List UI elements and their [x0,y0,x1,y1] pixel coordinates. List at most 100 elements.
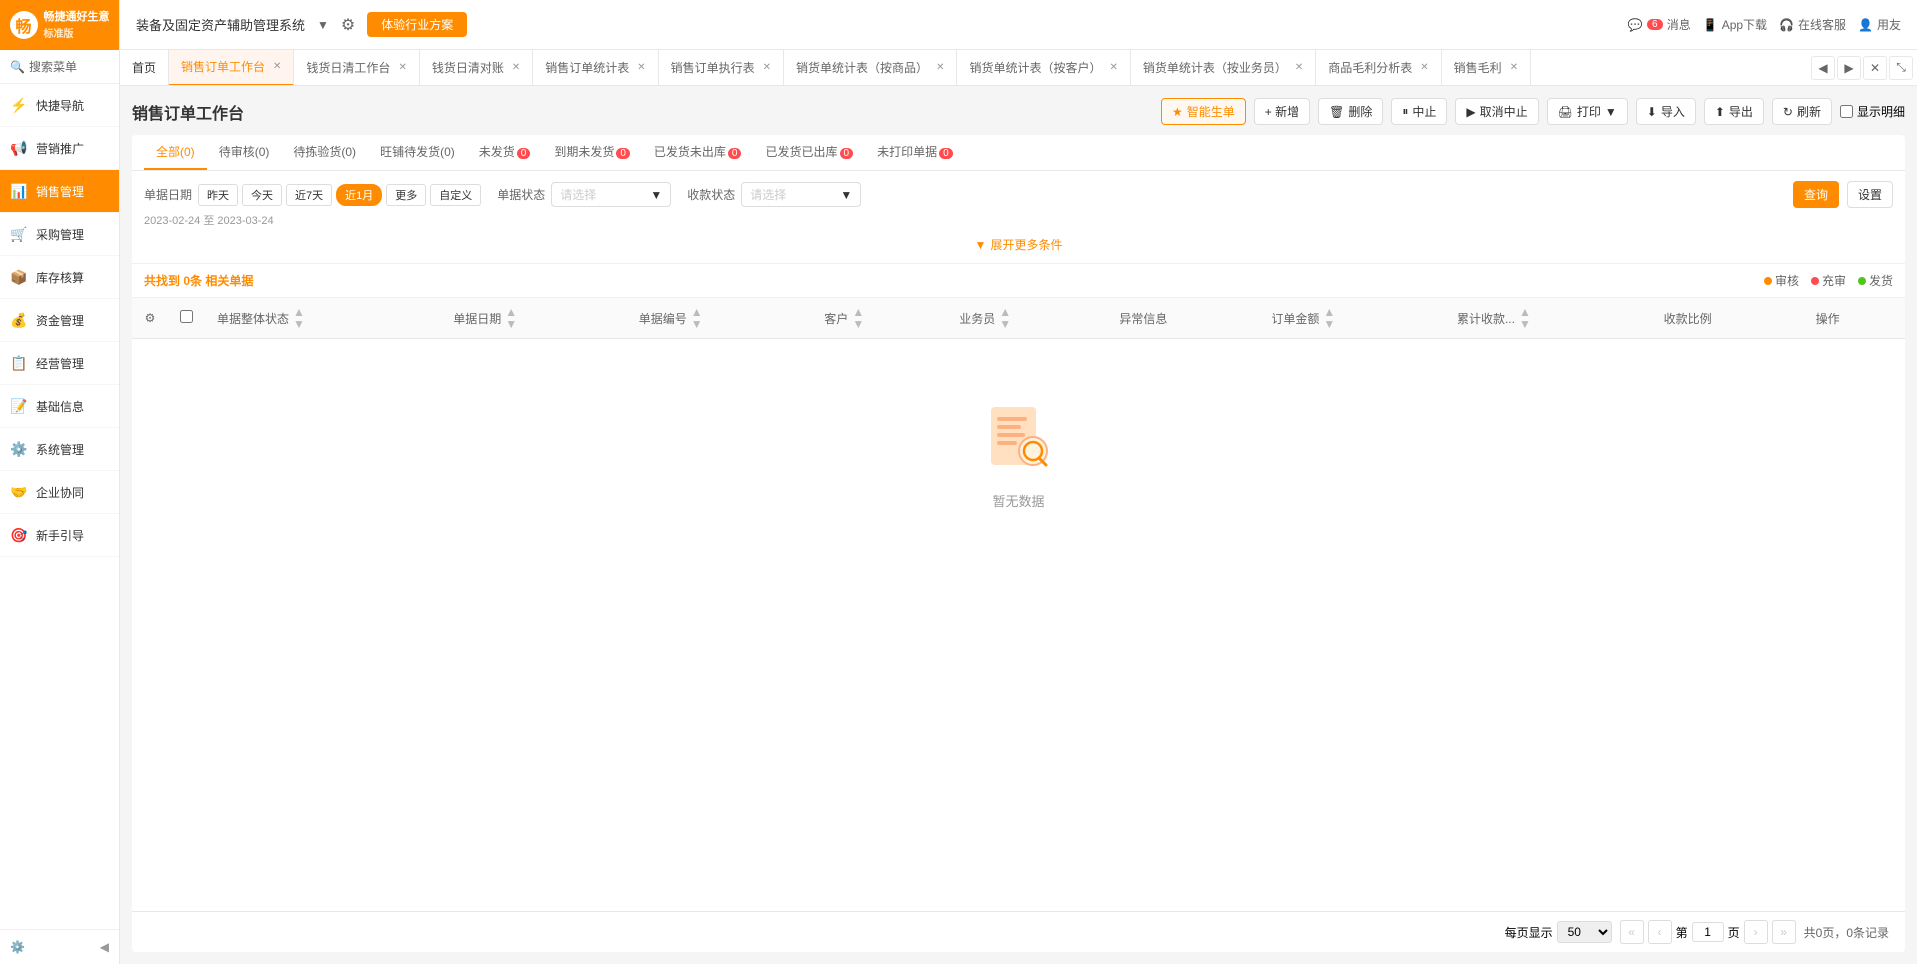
add-btn[interactable]: + 新增 [1254,98,1310,125]
filter-tab-pending-review[interactable]: 待审核(0) [207,135,282,170]
sidebar-item-sales[interactable]: 📊 销售管理 [0,170,119,213]
filter-tab-unprinted[interactable]: 未打印单据0 [865,135,965,170]
pause-btn[interactable]: ⏸ 中止 [1391,98,1447,125]
tab-close-sales-exec[interactable]: ✕ [763,62,771,73]
page-size-dropdown[interactable]: 10 20 50 100 [1557,921,1612,943]
filter-tab-wangpu[interactable]: 旺铺待发货(0) [368,135,467,170]
tab-close-cash-daily[interactable]: ✕ [398,62,406,73]
experience-btn[interactable]: 体验行业方案 [367,12,467,37]
settings-gear-icon[interactable]: ⚙ [341,15,355,35]
tab-sales-workbench[interactable]: 销售订单工作台 ✕ [169,50,294,86]
first-page-btn[interactable]: « [1620,920,1644,944]
prev-page-btn[interactable]: ‹ [1648,920,1672,944]
basic-icon: 📝 [10,397,28,415]
page-number-input[interactable] [1692,922,1724,942]
tab-close-product-margin[interactable]: ✕ [1420,62,1428,73]
status-select[interactable]: 请选择 ▼ [551,182,671,207]
tab-sales-summary-product[interactable]: 销货单统计表（按商品） ✕ [784,50,957,86]
sidebar-item-system[interactable]: ⚙️ 系统管理 [0,428,119,471]
th-status-sort[interactable]: 单据整体状态▲▼ [217,306,429,330]
filter-tab-shipped-warehoused[interactable]: 已发货已出库0 [753,135,865,170]
date-btn-custom[interactable]: 自定义 [430,184,481,206]
settings-icon[interactable]: ⚙️ [10,940,25,954]
ship-quick-btn[interactable]: 发货 [1858,272,1893,289]
tab-sales-summary-staff[interactable]: 销货单统计表（按业务员） ✕ [1131,50,1316,86]
delete-btn[interactable]: 🗑 删除 [1318,98,1383,125]
tab-sales-exec[interactable]: 销售订单执行表 ✕ [659,50,784,86]
dropdown-arrow[interactable]: ▼ [317,18,329,32]
tab-sales-stats[interactable]: 销售订单统计表 ✕ [533,50,658,86]
payment-status-search-item: 收款状态 请选择 ▼ [687,182,861,207]
tab-close-sales-summary-staff[interactable]: ✕ [1295,62,1303,73]
th-collected-sort[interactable]: 累计收款...▲▼ [1457,306,1640,330]
cancel-pause-btn[interactable]: ▶ 取消中止 [1455,98,1538,125]
tab-fullscreen-btn[interactable]: ⤡ [1889,56,1913,80]
sidebar-item-finance[interactable]: 💰 资金管理 [0,299,119,342]
date-btn-7days[interactable]: 近7天 [286,184,332,206]
sidebar-item-enterprise[interactable]: 🤝 企业协同 [0,471,119,514]
tab-close-sales-summary-customer[interactable]: ✕ [1109,62,1117,73]
print-btn[interactable]: 🖨 打印 ▼ [1547,98,1628,125]
filter-tab-unshipped[interactable]: 未发货0 [467,135,543,170]
payment-status-select[interactable]: 请选择 ▼ [741,182,861,207]
tab-product-margin[interactable]: 商品毛利分析表 ✕ [1316,50,1441,86]
sidebar-item-purchase[interactable]: 🛒 采购管理 [0,213,119,256]
tab-close-sales-summary-product[interactable]: ✕ [936,62,944,73]
tab-close-sales-workbench[interactable]: ✕ [273,61,281,72]
tab-home[interactable]: 首页 [120,50,169,86]
import-btn[interactable]: ⬇ 导入 [1636,98,1696,125]
next-page-btn[interactable]: › [1744,920,1768,944]
display-detail-toggle[interactable]: 显示明细 [1840,103,1905,120]
logo: 畅 畅捷通好生意 标准版 [0,0,119,50]
sidebar-item-guide[interactable]: 🎯 新手引导 [0,514,119,557]
tab-sales-profit[interactable]: 销售毛利 ✕ [1442,50,1531,86]
th-number-sort[interactable]: 单据编号▲▼ [639,306,801,330]
tab-close-sales-profit[interactable]: ✕ [1510,62,1518,73]
review-quick-btn[interactable]: 审核 [1764,272,1799,289]
message-btn[interactable]: 💬 6 消息 [1628,16,1691,33]
online-service-btn[interactable]: 🎧 在线客服 [1779,16,1846,33]
th-staff-sort[interactable]: 业务员▲▼ [959,306,1095,330]
tab-cash-reconcile[interactable]: 钱货日清对账 ✕ [420,50,533,86]
revoke-quick-btn[interactable]: 充审 [1811,272,1846,289]
date-btn-more[interactable]: 更多 [386,184,426,206]
user-btn[interactable]: 👤 用友 [1858,16,1901,33]
filter-tab-pending-inspect[interactable]: 待拣验货(0) [281,135,368,170]
tab-scroll-right-btn[interactable]: ▶ [1837,56,1861,80]
date-btn-yesterday[interactable]: 昨天 [198,184,238,206]
sidebar-item-operations[interactable]: 📋 经营管理 [0,342,119,385]
sidebar-item-inventory[interactable]: 📦 库存核算 [0,256,119,299]
smart-create-btn[interactable]: ★ 智能生单 [1161,98,1246,125]
tab-sales-summary-customer[interactable]: 销货单统计表（按客户） ✕ [957,50,1130,86]
display-detail-checkbox[interactable] [1840,105,1853,118]
date-btn-today[interactable]: 今天 [242,184,282,206]
tab-scroll-left-btn[interactable]: ◀ [1811,56,1835,80]
filter-tab-shipped-not-warehoused[interactable]: 已发货未出库0 [642,135,754,170]
tab-cash-daily[interactable]: 钱货日清工作台 ✕ [294,50,419,86]
app-download-btn[interactable]: 📱 App下载 [1703,16,1767,33]
th-settings[interactable]: ⚙ [132,298,168,339]
th-date-sort[interactable]: 单据日期▲▼ [453,306,615,330]
last-page-btn[interactable]: » [1772,920,1796,944]
filter-tab-all[interactable]: 全部(0) [144,135,207,170]
sidebar-item-marketing[interactable]: 📢 营销推广 [0,127,119,170]
query-btn[interactable]: 查询 [1793,181,1839,208]
sidebar-item-search[interactable]: 🔍 搜索菜单 [0,50,119,84]
tab-close-cash-reconcile[interactable]: ✕ [512,62,520,73]
filter-tab-overdue[interactable]: 到期未发货0 [542,135,642,170]
setting-btn[interactable]: 设置 [1847,181,1893,208]
tab-close-all-btn[interactable]: ✕ [1863,56,1887,80]
export-btn[interactable]: ⬆ 导出 [1704,98,1764,125]
sidebar-item-basic[interactable]: 📝 基础信息 [0,385,119,428]
refresh-btn[interactable]: ↻ 刷新 [1772,98,1832,125]
date-btn-1month[interactable]: 近1月 [336,184,382,206]
sidebar-item-quick-nav[interactable]: ⚡ 快捷导航 [0,84,119,127]
collapse-icon[interactable]: ◀ [100,940,109,954]
th-checkbox[interactable] [168,298,205,339]
th-customer-sort[interactable]: 客户▲▼ [824,306,935,330]
select-all-checkbox[interactable] [180,310,193,323]
refresh-icon: ↻ [1783,105,1793,119]
expand-btn[interactable]: ▼ 展开更多条件 [975,236,1063,253]
tab-close-sales-stats[interactable]: ✕ [637,62,645,73]
th-amount-sort[interactable]: 订单金额▲▼ [1271,306,1433,330]
